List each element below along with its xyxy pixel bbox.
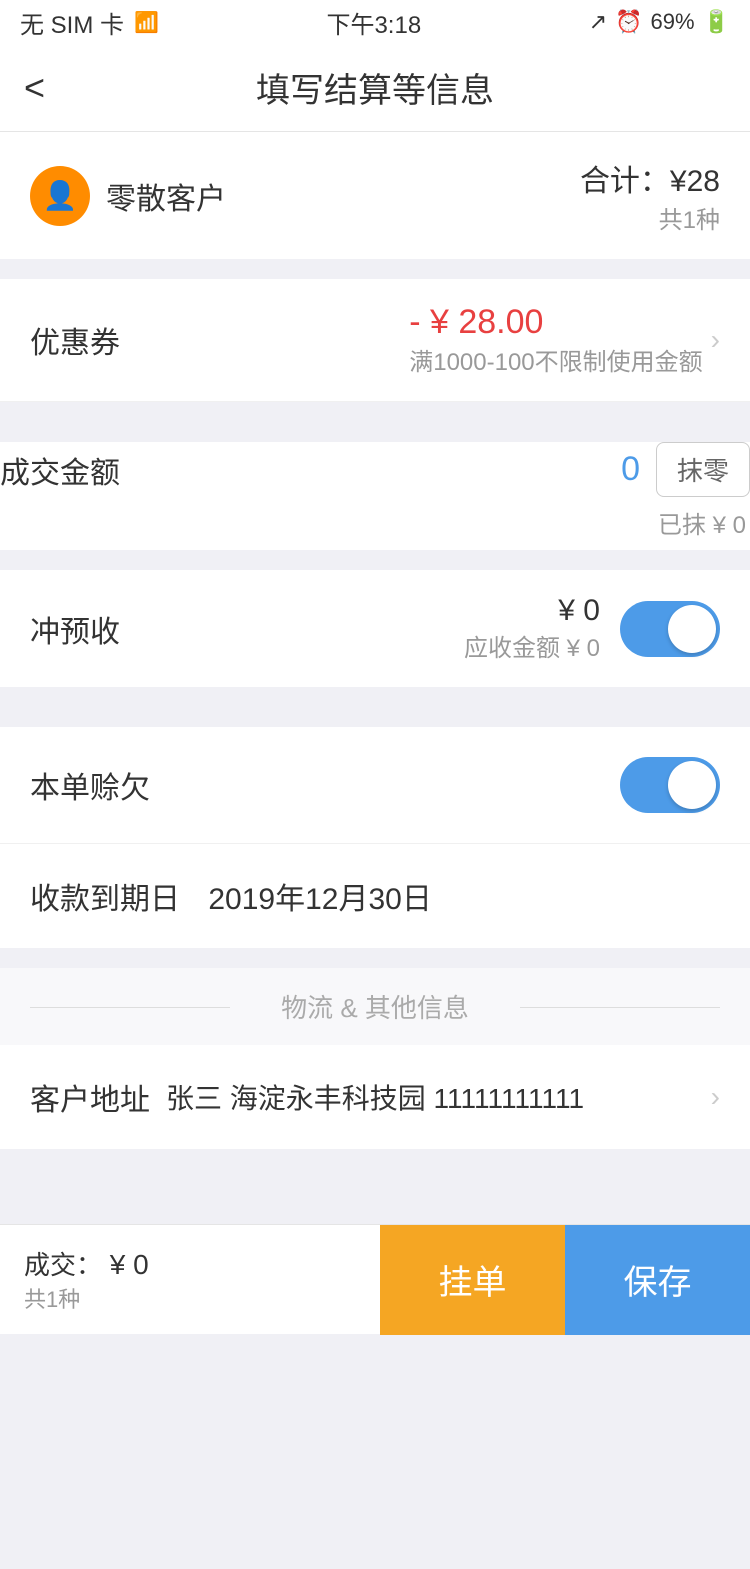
- alarm-icon: ⏰: [615, 9, 642, 35]
- battery-icon: 🔋: [703, 9, 730, 35]
- bottom-bar: 成交： ¥ 0 共1种 挂单 保存: [0, 1224, 750, 1334]
- hold-button[interactable]: 挂单: [380, 1225, 565, 1335]
- coupon-right: - ¥ 28.00 满1000-100不限制使用金额 ›: [409, 303, 720, 377]
- nav-bar: < 填写结算等信息: [0, 44, 750, 132]
- toggle-knob: [668, 605, 716, 653]
- customer-section: 👤 零散客户 合计：¥28 共1种: [0, 132, 750, 259]
- coupon-label: 优惠券: [30, 318, 120, 362]
- status-bar: 无 SIM 卡 📶 下午3:18 ↗ ⏰ 69% 🔋: [0, 0, 750, 44]
- location-icon: ↗: [589, 9, 607, 35]
- coupon-amount: - ¥ 28.00: [409, 303, 702, 342]
- wifi-icon: 📶: [134, 10, 159, 35]
- due-date-value: 2019年12月30日: [208, 883, 431, 916]
- total-amount: 合计：¥28: [580, 156, 720, 200]
- coupon-section[interactable]: 优惠券 - ¥ 28.00 满1000-100不限制使用金额 ›: [0, 279, 750, 402]
- logistics-label: 物流 & 其他信息: [281, 993, 469, 1023]
- advance-amounts: ¥ 0 应收金额 ¥ 0: [464, 594, 600, 663]
- bottom-count: 共1种: [24, 1282, 356, 1314]
- due-date-label: 收款到期日: [30, 883, 180, 916]
- status-time: 下午3:18: [326, 5, 421, 40]
- page-title: 填写结算等信息: [256, 63, 494, 112]
- round-sub-text: 已抹 ¥ 0: [658, 512, 746, 539]
- transaction-amount-input[interactable]: [520, 450, 640, 489]
- total-count: 共1种: [580, 200, 720, 235]
- debt-row: 本单赊欠: [0, 727, 750, 843]
- chevron-right-icon: ›: [711, 324, 720, 356]
- divider-2: [0, 707, 750, 727]
- address-value: 张三 海淀永丰科技园 11111111111: [166, 1077, 695, 1117]
- debt-section: 本单赊欠 收款到期日 2019年12月30日: [0, 727, 750, 948]
- advance-sub-amount: 应收金额 ¥ 0: [464, 628, 600, 663]
- bottom-info: 成交： ¥ 0 共1种: [0, 1245, 380, 1314]
- advance-section: 冲预收 ¥ 0 应收金额 ¥ 0: [0, 570, 750, 687]
- coupon-row[interactable]: 优惠券 - ¥ 28.00 满1000-100不限制使用金额 ›: [0, 279, 750, 402]
- address-label: 客户地址: [30, 1075, 150, 1119]
- back-button[interactable]: <: [24, 67, 45, 109]
- transaction-label: 成交金额: [0, 448, 120, 492]
- due-date-section[interactable]: 收款到期日 2019年12月30日: [0, 843, 750, 948]
- customer-left: 👤 零散客户: [30, 166, 226, 226]
- carrier-text: 无 SIM 卡: [20, 5, 124, 40]
- save-button[interactable]: 保存: [565, 1225, 750, 1335]
- status-left: 无 SIM 卡 📶: [20, 5, 159, 40]
- coupon-desc: 满1000-100不限制使用金额: [409, 342, 702, 377]
- transaction-section: 成交金额 抹零 已抹 ¥ 0: [0, 442, 750, 550]
- divider-1: [0, 422, 750, 442]
- customer-name: 零散客户: [106, 174, 226, 218]
- advance-main-amount: ¥ 0: [464, 594, 600, 628]
- debt-toggle[interactable]: [620, 757, 720, 813]
- address-section[interactable]: 客户地址 张三 海淀永丰科技园 11111111111 ›: [0, 1045, 750, 1149]
- customer-total: 合计：¥28 共1种: [580, 156, 720, 235]
- avatar-icon: 👤: [43, 179, 78, 212]
- round-zero-button[interactable]: 抹零: [656, 442, 750, 497]
- debt-label: 本单赊欠: [30, 763, 150, 807]
- bottom-deal-amount: ¥ 0: [110, 1249, 149, 1280]
- advance-label: 冲预收: [30, 607, 120, 651]
- address-chevron-icon: ›: [711, 1081, 720, 1113]
- bottom-deal-row: 成交： ¥ 0: [24, 1245, 356, 1282]
- content-area: 👤 零散客户 合计：¥28 共1种 优惠券 - ¥ 28.00 满1000-10…: [0, 132, 750, 1569]
- battery-text: 69%: [651, 9, 695, 35]
- bottom-deal-label: 成交：: [24, 1250, 102, 1280]
- transaction-row: 成交金额 抹零: [0, 442, 750, 497]
- status-right: ↗ ⏰ 69% 🔋: [589, 9, 730, 35]
- logistics-separator: 物流 & 其他信息: [0, 968, 750, 1045]
- avatar: 👤: [30, 166, 90, 226]
- debt-toggle-knob: [668, 761, 716, 809]
- advance-toggle[interactable]: [620, 601, 720, 657]
